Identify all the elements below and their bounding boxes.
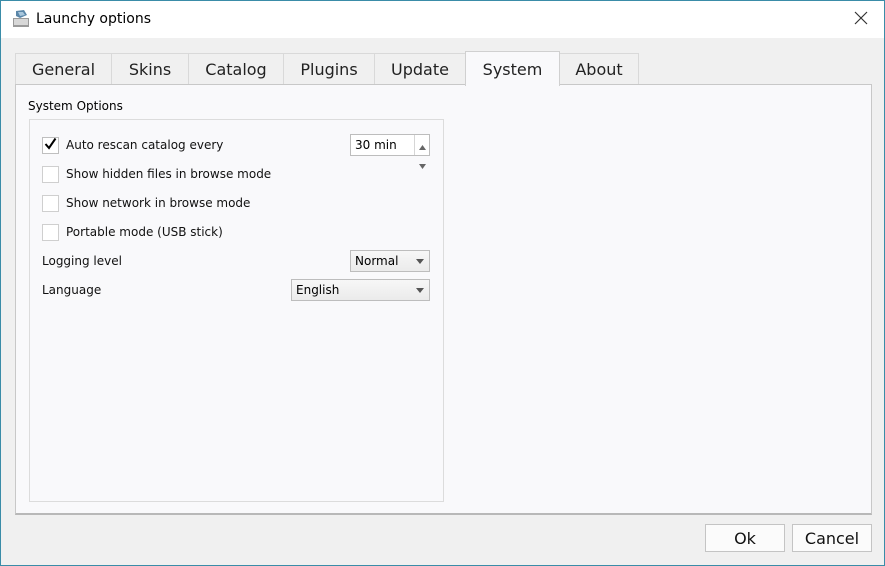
logging-level-dropdown[interactable]: Normal	[350, 250, 430, 272]
tab-update[interactable]: Update	[374, 53, 466, 85]
window-title: Launchy options	[36, 11, 151, 27]
spin-up-button[interactable]	[415, 135, 429, 154]
spin-arrows	[414, 135, 429, 169]
system-options-title: System Options	[28, 99, 123, 113]
tab-about[interactable]: About	[559, 53, 639, 85]
show-network-row: Show network in browse mode	[42, 193, 250, 213]
logging-level-row: Logging level	[42, 251, 122, 271]
ok-button[interactable]: Ok	[705, 524, 785, 552]
arrow-down-icon	[418, 154, 426, 173]
launchy-icon	[12, 9, 31, 28]
rescan-interval-spinbox[interactable]: 30 min	[350, 134, 430, 169]
tab-plugins[interactable]: Plugins	[283, 53, 375, 85]
cancel-button[interactable]: Cancel	[792, 524, 872, 552]
language-label: Language	[42, 283, 102, 297]
tab-general[interactable]: General	[15, 53, 112, 85]
title-bar: Launchy options	[1, 0, 884, 38]
chevron-down-icon	[411, 258, 429, 264]
close-icon	[854, 10, 868, 29]
show-hidden-checkbox[interactable]	[42, 165, 59, 183]
auto-rescan-row: Auto rescan catalog every	[42, 135, 223, 155]
system-tab-panel: System Options Auto rescan catalog every…	[15, 84, 872, 515]
checkmark-icon	[44, 137, 57, 153]
tab-skins[interactable]: Skins	[111, 53, 189, 85]
tab-bar: General Skins Catalog Plugins Update Sys…	[15, 51, 639, 86]
arrow-up-icon	[418, 135, 426, 154]
logging-level-value: Normal	[355, 254, 399, 268]
auto-rescan-checkbox[interactable]	[42, 136, 59, 154]
show-network-checkbox[interactable]	[42, 194, 59, 212]
rescan-interval-value[interactable]: 30 min	[351, 135, 414, 155]
portable-mode-label: Portable mode (USB stick)	[66, 225, 223, 239]
language-row: Language	[42, 280, 101, 300]
tab-catalog[interactable]: Catalog	[188, 53, 284, 85]
show-hidden-row: Show hidden files in browse mode	[42, 164, 271, 184]
show-network-label: Show network in browse mode	[66, 196, 251, 210]
close-button[interactable]	[838, 1, 884, 38]
spin-down-button[interactable]	[415, 154, 429, 173]
logging-level-label: Logging level	[42, 254, 122, 268]
system-options-group: Auto rescan catalog every 30 min Show hi…	[29, 119, 444, 502]
show-hidden-label: Show hidden files in browse mode	[66, 167, 272, 181]
options-window: Launchy options General Skins Catalog Pl…	[0, 0, 885, 566]
portable-mode-checkbox[interactable]	[42, 223, 59, 241]
tab-system[interactable]: System	[465, 51, 560, 86]
auto-rescan-label: Auto rescan catalog every	[66, 138, 224, 152]
language-dropdown[interactable]: English	[291, 279, 430, 301]
language-value: English	[296, 283, 340, 297]
chevron-down-icon	[411, 287, 429, 293]
portable-mode-row: Portable mode (USB stick)	[42, 222, 223, 242]
